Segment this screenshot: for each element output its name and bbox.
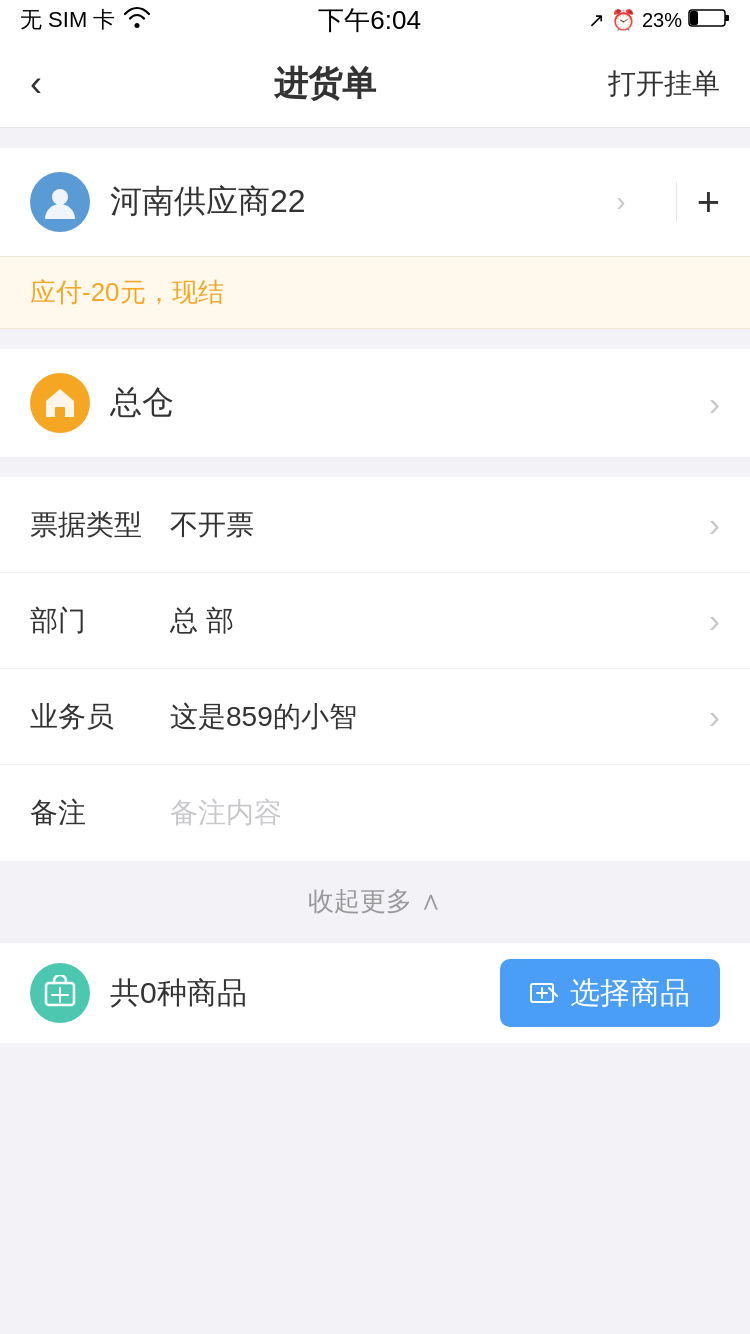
form-section: 票据类型 不开票 部门 总 部 业务员 这是859的小智 备注 备注内容	[0, 477, 750, 861]
bottom-bar: 共0种商品 选择商品	[0, 943, 750, 1043]
supplier-chevron-icon: ›	[616, 186, 625, 218]
main-background	[0, 1043, 750, 1334]
remark-row[interactable]: 备注 备注内容	[0, 765, 750, 861]
invoice-type-row[interactable]: 票据类型 不开票	[0, 477, 750, 573]
warehouse-name: 总仓	[110, 381, 709, 425]
warehouse-chevron-icon	[709, 384, 720, 423]
salesperson-label: 业务员	[30, 698, 170, 736]
remark-label: 备注	[30, 794, 170, 832]
supplier-row[interactable]: 河南供应商22 › +	[0, 148, 750, 256]
wifi-icon	[123, 6, 151, 34]
department-row[interactable]: 部门 总 部	[0, 573, 750, 669]
department-label: 部门	[30, 602, 170, 640]
page-title: 进货单	[274, 61, 376, 107]
invoice-type-label: 票据类型	[30, 506, 170, 544]
supplier-notice: 应付-20元，现结	[0, 256, 750, 329]
salesperson-row[interactable]: 业务员 这是859的小智	[0, 669, 750, 765]
add-supplier-button[interactable]: +	[697, 180, 720, 225]
status-left: 无 SIM 卡	[20, 5, 151, 35]
status-bar: 无 SIM 卡 下午6:04 ↗ ⏰ 23%	[0, 0, 750, 40]
department-value: 总 部	[170, 602, 709, 640]
supplier-section: 河南供应商22 › + 应付-20元，现结	[0, 148, 750, 329]
battery-icon	[688, 7, 730, 34]
supplier-avatar	[30, 172, 90, 232]
battery-label: 23%	[642, 9, 682, 32]
back-button[interactable]: ‹	[30, 63, 42, 105]
supplier-divider	[676, 182, 677, 222]
location-icon: ↗	[588, 8, 605, 32]
svg-rect-2	[690, 11, 698, 25]
collapse-row[interactable]: 收起更多 ∧	[0, 861, 750, 941]
remark-input[interactable]: 备注内容	[170, 794, 720, 832]
warehouse-section: 总仓	[0, 349, 750, 457]
section-gap-1	[0, 128, 750, 148]
svg-rect-4	[55, 407, 65, 417]
product-count-label: 共0种商品	[110, 973, 500, 1014]
open-pending-button[interactable]: 打开挂单	[608, 65, 720, 103]
warehouse-row[interactable]: 总仓	[0, 349, 750, 457]
svg-point-3	[52, 189, 68, 205]
invoice-type-chevron-icon	[709, 505, 720, 544]
salesperson-value: 这是859的小智	[170, 698, 709, 736]
alarm-icon: ⏰	[611, 8, 636, 32]
status-time: 下午6:04	[318, 3, 421, 38]
supplier-name: 河南供应商22	[110, 180, 616, 224]
status-right: ↗ ⏰ 23%	[588, 7, 730, 34]
department-chevron-icon	[709, 601, 720, 640]
svg-rect-1	[725, 15, 729, 21]
salesperson-chevron-icon	[709, 697, 720, 736]
select-product-button[interactable]: 选择商品	[500, 959, 720, 1027]
nav-bar: ‹ 进货单 打开挂单	[0, 40, 750, 128]
warehouse-icon	[30, 373, 90, 433]
select-product-label: 选择商品	[570, 973, 690, 1014]
invoice-type-value: 不开票	[170, 506, 709, 544]
product-icon	[30, 963, 90, 1023]
sim-label: 无 SIM 卡	[20, 5, 115, 35]
collapse-label: 收起更多 ∧	[308, 884, 441, 919]
